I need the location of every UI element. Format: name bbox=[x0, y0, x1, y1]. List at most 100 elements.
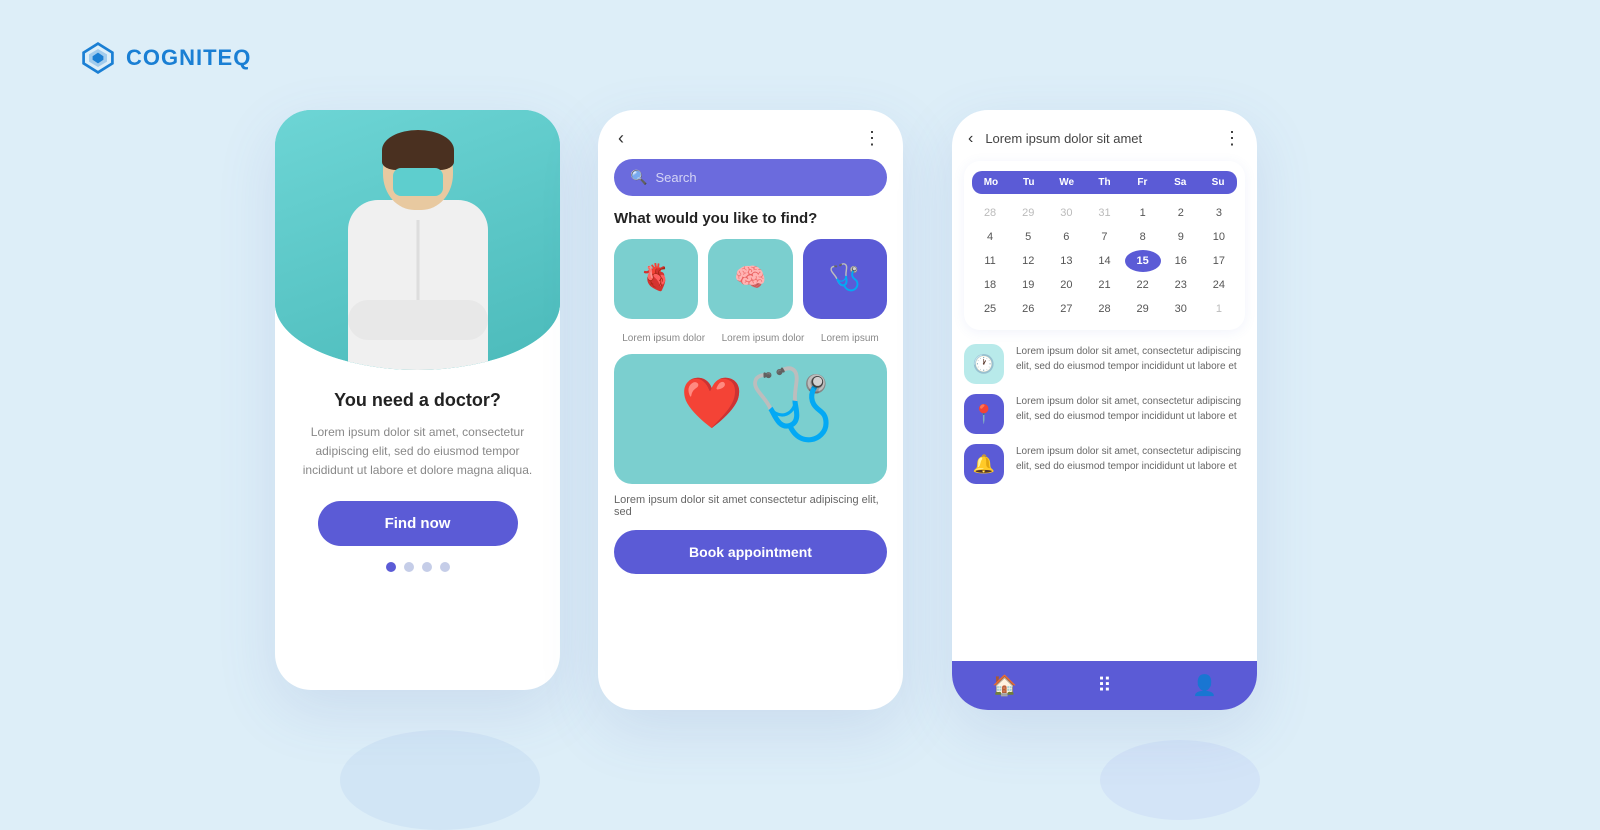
dot-3[interactable] bbox=[422, 562, 432, 572]
cal-cell-3-4[interactable]: 22 bbox=[1125, 274, 1161, 296]
phone1-content: You need a doctor? Lorem ipsum dolor sit… bbox=[275, 370, 560, 690]
logo-area: COGNITEQ bbox=[80, 40, 251, 76]
calendar-grid: 2829303112345678910111213141516171819202… bbox=[972, 202, 1237, 320]
category-card-1[interactable]: 🫀 bbox=[614, 239, 698, 319]
cal-cell-4-3[interactable]: 28 bbox=[1086, 298, 1122, 320]
cal-cell-0-1[interactable]: 29 bbox=[1010, 202, 1046, 224]
phone-2: ‹ ⋮ 🔍 Search What would you like to find… bbox=[598, 110, 903, 710]
cal-cell-4-2[interactable]: 27 bbox=[1048, 298, 1084, 320]
deco-circle-2 bbox=[1100, 740, 1260, 820]
find-now-button[interactable]: Find now bbox=[318, 501, 518, 546]
cat-label-1: Lorem ipsum dolor bbox=[622, 333, 705, 344]
cal-cell-1-1[interactable]: 5 bbox=[1010, 226, 1046, 248]
doc-hair bbox=[382, 130, 454, 170]
phone3-title: Lorem ipsum dolor sit amet bbox=[985, 131, 1211, 146]
cal-cell-1-4[interactable]: 8 bbox=[1125, 226, 1161, 248]
brand-name: COGNITEQ bbox=[126, 45, 251, 71]
cal-cell-0-0[interactable]: 28 bbox=[972, 202, 1008, 224]
phone3-more-button[interactable]: ⋮ bbox=[1223, 128, 1241, 149]
cal-day-th: Th bbox=[1086, 171, 1124, 194]
cal-cell-3-2[interactable]: 20 bbox=[1048, 274, 1084, 296]
cal-cell-1-5[interactable]: 9 bbox=[1163, 226, 1199, 248]
cal-cell-0-2[interactable]: 30 bbox=[1048, 202, 1084, 224]
cal-cell-2-0[interactable]: 11 bbox=[972, 250, 1008, 272]
nav-home-icon[interactable]: 🏠 bbox=[992, 673, 1017, 698]
phone2-more-button[interactable]: ⋮ bbox=[863, 128, 883, 149]
logo-icon bbox=[80, 40, 116, 76]
cal-cell-2-3[interactable]: 14 bbox=[1086, 250, 1122, 272]
info-item-2: 📍 Lorem ipsum dolor sit amet, consectetu… bbox=[964, 394, 1245, 434]
calendar: Mo Tu We Th Fr Sa Su 2829303112345678910… bbox=[964, 161, 1245, 330]
category-card-2[interactable]: 🧠 bbox=[708, 239, 792, 319]
cal-day-fr: Fr bbox=[1123, 171, 1161, 194]
cal-cell-2-1[interactable]: 12 bbox=[1010, 250, 1046, 272]
info-text-1: Lorem ipsum dolor sit amet, consectetur … bbox=[1016, 344, 1245, 374]
cal-cell-3-1[interactable]: 19 bbox=[1010, 274, 1046, 296]
doc-body bbox=[348, 200, 488, 370]
featured-description: Lorem ipsum dolor sit amet consectetur a… bbox=[598, 494, 903, 518]
cal-cell-3-5[interactable]: 23 bbox=[1163, 274, 1199, 296]
category-icon-1: 🫀 bbox=[640, 262, 672, 293]
phone2-back-button[interactable]: ‹ bbox=[618, 128, 624, 149]
dot-1[interactable] bbox=[386, 562, 396, 572]
phone-3: ‹ Lorem ipsum dolor sit amet ⋮ Mo Tu We … bbox=[952, 110, 1257, 710]
cal-cell-0-6[interactable]: 3 bbox=[1201, 202, 1237, 224]
phone-1: You need a doctor? Lorem ipsum dolor sit… bbox=[275, 110, 560, 690]
search-icon: 🔍 bbox=[630, 169, 647, 186]
phone2-header: ‹ ⋮ bbox=[598, 110, 903, 159]
featured-image: ❤️ 🩺 bbox=[614, 354, 887, 484]
phone1-title: You need a doctor? bbox=[334, 390, 501, 411]
cal-cell-0-3[interactable]: 31 bbox=[1086, 202, 1122, 224]
bottom-nav: 🏠 ⠿ 👤 bbox=[952, 661, 1257, 710]
doctor-figure bbox=[338, 130, 498, 370]
cal-cell-3-6[interactable]: 24 bbox=[1201, 274, 1237, 296]
cal-cell-1-6[interactable]: 10 bbox=[1201, 226, 1237, 248]
doc-mask bbox=[393, 168, 443, 196]
cal-cell-1-2[interactable]: 6 bbox=[1048, 226, 1084, 248]
cal-cell-1-0[interactable]: 4 bbox=[972, 226, 1008, 248]
info-list: 🕐 Lorem ipsum dolor sit amet, consectetu… bbox=[952, 344, 1257, 661]
phone3-back-button[interactable]: ‹ bbox=[968, 130, 973, 148]
cal-cell-0-5[interactable]: 2 bbox=[1163, 202, 1199, 224]
clock-icon: 🕐 bbox=[964, 344, 1004, 384]
cal-cell-4-0[interactable]: 25 bbox=[972, 298, 1008, 320]
cal-cell-2-5[interactable]: 16 bbox=[1163, 250, 1199, 272]
pagination-dots bbox=[386, 562, 450, 572]
cal-day-sa: Sa bbox=[1161, 171, 1199, 194]
doc-arms bbox=[348, 300, 488, 340]
cal-cell-4-4[interactable]: 29 bbox=[1125, 298, 1161, 320]
doc-head bbox=[383, 130, 453, 210]
cal-day-tu: Tu bbox=[1010, 171, 1048, 194]
category-icon-3: 🩺 bbox=[829, 262, 861, 293]
dot-2[interactable] bbox=[404, 562, 414, 572]
nav-grid-icon[interactable]: ⠿ bbox=[1097, 673, 1112, 698]
cal-cell-0-4[interactable]: 1 bbox=[1125, 202, 1161, 224]
cal-day-we: We bbox=[1048, 171, 1086, 194]
cal-cell-2-6[interactable]: 17 bbox=[1201, 250, 1237, 272]
deco-circle-1 bbox=[340, 730, 540, 830]
doctor-image bbox=[275, 110, 560, 370]
cal-cell-4-6[interactable]: 1 bbox=[1201, 298, 1237, 320]
nav-profile-icon[interactable]: 👤 bbox=[1192, 673, 1217, 698]
cal-cell-1-3[interactable]: 7 bbox=[1086, 226, 1122, 248]
dot-4[interactable] bbox=[440, 562, 450, 572]
cal-cell-2-4[interactable]: 15 bbox=[1125, 250, 1161, 272]
info-text-3: Lorem ipsum dolor sit amet, consectetur … bbox=[1016, 444, 1245, 474]
book-appointment-button[interactable]: Book appointment bbox=[614, 530, 887, 574]
doc-coat-line bbox=[416, 220, 419, 300]
stethoscope-visual: ❤️ 🩺 bbox=[661, 364, 841, 474]
cat-label-2: Lorem ipsum dolor bbox=[722, 333, 805, 344]
cal-cell-4-1[interactable]: 26 bbox=[1010, 298, 1046, 320]
stethoscope-icon: 🩺 bbox=[748, 364, 835, 446]
location-icon: 📍 bbox=[964, 394, 1004, 434]
info-item-1: 🕐 Lorem ipsum dolor sit amet, consectetu… bbox=[964, 344, 1245, 384]
heart-icon: ❤️ bbox=[681, 374, 743, 433]
cal-cell-2-2[interactable]: 13 bbox=[1048, 250, 1084, 272]
category-card-3[interactable]: 🩺 bbox=[803, 239, 887, 319]
category-row: 🫀 🧠 🩺 bbox=[598, 239, 903, 319]
cal-cell-3-0[interactable]: 18 bbox=[972, 274, 1008, 296]
search-bar[interactable]: 🔍 Search bbox=[614, 159, 887, 196]
cal-cell-4-5[interactable]: 30 bbox=[1163, 298, 1199, 320]
phone1-image-area bbox=[275, 110, 560, 370]
cal-cell-3-3[interactable]: 21 bbox=[1086, 274, 1122, 296]
